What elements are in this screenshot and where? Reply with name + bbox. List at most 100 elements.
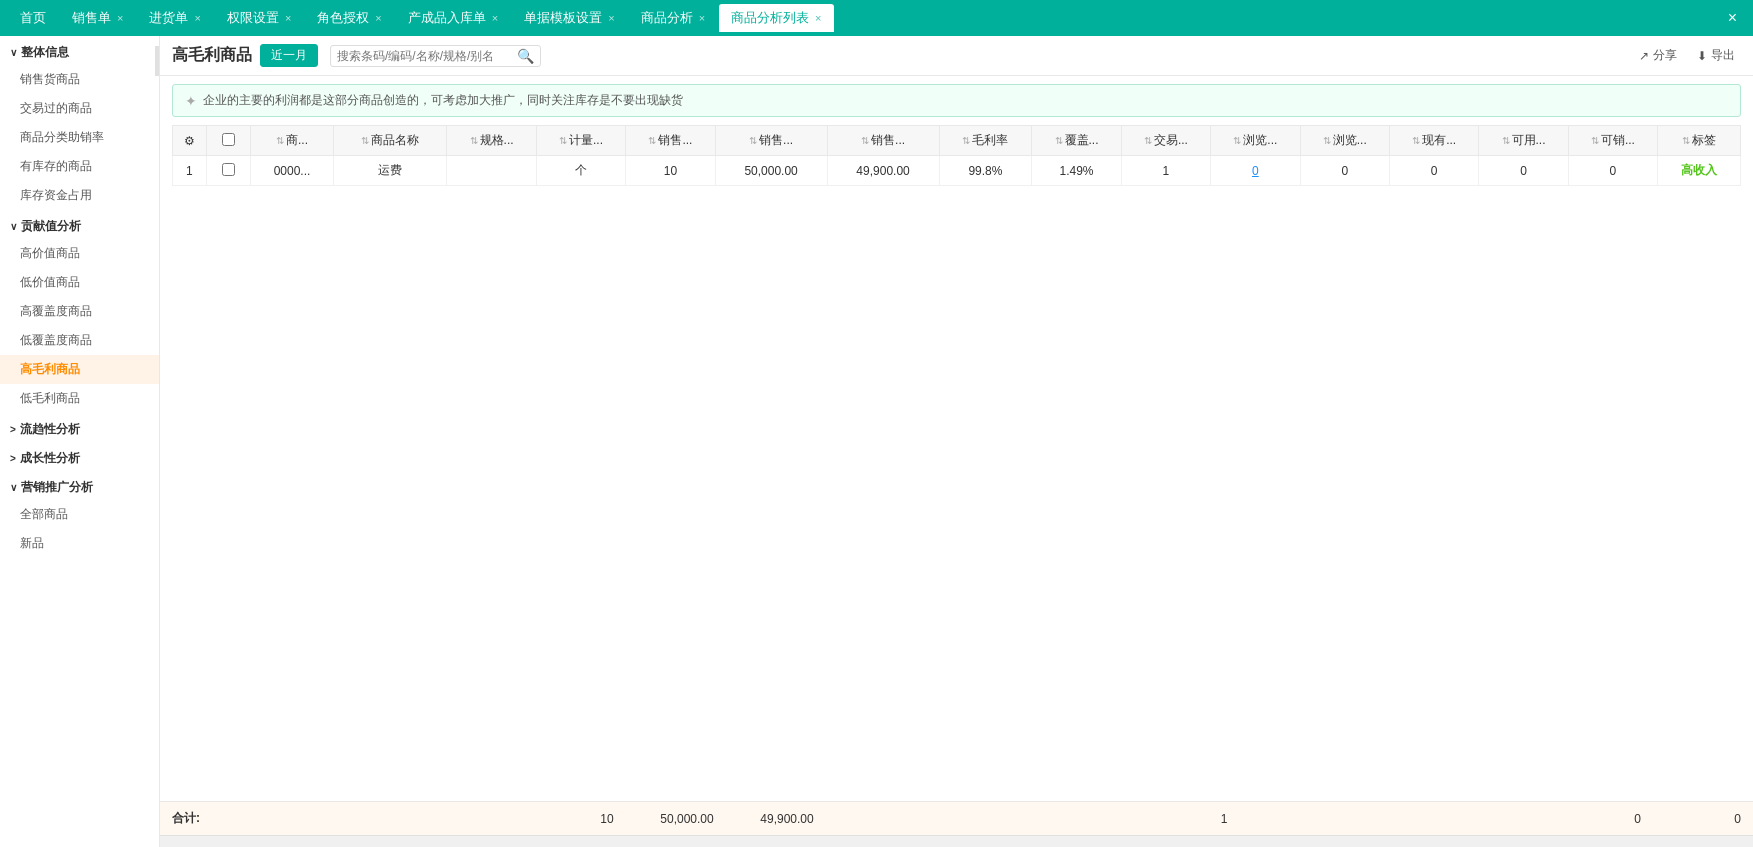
footer-sales-cost: 49,900.00 [734, 812, 814, 826]
group-arrow-icon: ∨ [10, 47, 17, 58]
sidebar-item-低价值商品[interactable]: 低价值商品 [0, 268, 159, 297]
cell-sellable: 0 [1568, 156, 1657, 186]
footer-current-stock: 0 [1561, 812, 1641, 826]
horizontal-scrollbar[interactable] [160, 835, 1753, 847]
sidebar-item-高覆盖度商品[interactable]: 高覆盖度商品 [0, 297, 159, 326]
sidebar-group-成长性分析: >成长性分析 [0, 442, 159, 471]
sidebar-group-title[interactable]: ∨营销推广分析 [0, 471, 159, 500]
col-header-gross_margin[interactable]: ⇅毛利率 [939, 126, 1032, 156]
col-header-transaction[interactable]: ⇅交易... [1121, 126, 1210, 156]
sort-icon: ⇅ [1055, 135, 1063, 146]
nav-tab-首页[interactable]: 首页 [8, 4, 58, 32]
footer-transaction: 1 [1147, 812, 1227, 826]
sidebar-item-低毛利商品[interactable]: 低毛利商品 [0, 384, 159, 413]
col-header-code[interactable]: ⇅商... [250, 126, 334, 156]
sidebar-item-高毛利商品[interactable]: 高毛利商品 [0, 355, 159, 384]
share-button[interactable]: ↗ 分享 [1633, 44, 1683, 67]
search-input[interactable] [337, 49, 517, 63]
col-header-checkbox[interactable] [206, 126, 250, 156]
col-header-available[interactable]: ⇅可用... [1479, 126, 1568, 156]
sort-icon: ⇅ [1233, 135, 1241, 146]
sidebar-item-高价值商品[interactable]: 高价值商品 [0, 239, 159, 268]
col-header-sales_cost[interactable]: ⇅销售... [827, 126, 939, 156]
cell-current_stock: 0 [1389, 156, 1478, 186]
sidebar-group-title[interactable]: ∨整体信息 [0, 36, 159, 65]
tip-icon: ✦ [185, 93, 197, 109]
cell-gross_margin: 99.8% [939, 156, 1032, 186]
cell-name: 运费 [334, 156, 447, 186]
nav-tab-权限设置[interactable]: 权限设置× [215, 4, 303, 32]
browse-link[interactable]: 0 [1252, 164, 1259, 178]
row-checkbox[interactable] [222, 163, 235, 176]
col-header-sales_amount[interactable]: ⇅销售... [715, 126, 827, 156]
sort-icon: ⇅ [749, 135, 757, 146]
sidebar-item-销售货商品[interactable]: 销售货商品 [0, 65, 159, 94]
sidebar-item-交易过的商品[interactable]: 交易过的商品 [0, 94, 159, 123]
tab-close-icon[interactable]: × [492, 12, 498, 24]
data-table: ⚙⇅商...⇅商品名称⇅规格...⇅计量...⇅销售...⇅销售...⇅销售..… [172, 125, 1741, 186]
tab-close-icon[interactable]: × [815, 12, 821, 24]
tab-close-icon[interactable]: × [285, 12, 291, 24]
search-icon[interactable]: 🔍 [517, 48, 534, 64]
footer-sales-qty: 10 [554, 812, 614, 826]
sidebar-group-贡献值分析: ∨贡献值分析高价值商品低价值商品高覆盖度商品低覆盖度商品高毛利商品低毛利商品 [0, 210, 159, 413]
tab-close-icon[interactable]: × [608, 12, 614, 24]
sidebar-group-title[interactable]: >成长性分析 [0, 442, 159, 471]
sidebar-group-title[interactable]: ∨贡献值分析 [0, 210, 159, 239]
sidebar-item-有库存的商品[interactable]: 有库存的商品 [0, 152, 159, 181]
col-header-browse1[interactable]: ⇅浏览... [1211, 126, 1300, 156]
tab-close-icon[interactable]: × [194, 12, 200, 24]
sort-icon: ⇅ [861, 135, 869, 146]
sidebar-collapse-button[interactable]: 《 [155, 46, 160, 76]
export-icon: ⬇ [1697, 49, 1707, 63]
nav-tab-进货单[interactable]: 进货单× [137, 4, 212, 32]
sidebar-item-商品分类助销率[interactable]: 商品分类助销率 [0, 123, 159, 152]
sidebar-item-库存资金占用[interactable]: 库存资金占用 [0, 181, 159, 210]
page-title: 高毛利商品 [172, 45, 252, 66]
tab-close-icon[interactable]: × [375, 12, 381, 24]
sort-icon: ⇅ [361, 135, 369, 146]
col-header-coverage[interactable]: ⇅覆盖... [1032, 126, 1121, 156]
group-arrow-icon: ∨ [10, 482, 17, 493]
col-header-browse2[interactable]: ⇅浏览... [1300, 126, 1389, 156]
cell-coverage: 1.49% [1032, 156, 1121, 186]
col-header-spec[interactable]: ⇅规格... [447, 126, 536, 156]
data-table-wrapper: ⚙⇅商...⇅商品名称⇅规格...⇅计量...⇅销售...⇅销售...⇅销售..… [160, 125, 1753, 801]
export-button[interactable]: ⬇ 导出 [1691, 44, 1741, 67]
sort-icon: ⇅ [962, 135, 970, 146]
nav-tab-角色授权[interactable]: 角色授权× [305, 4, 393, 32]
sort-icon: ⇅ [559, 135, 567, 146]
sidebar-group-流趋性分析: >流趋性分析 [0, 413, 159, 442]
select-all-checkbox[interactable] [222, 133, 235, 146]
cell-tag: 高收入 [1658, 156, 1741, 186]
sidebar-group-title[interactable]: >流趋性分析 [0, 413, 159, 442]
col-header-sales_qty[interactable]: ⇅销售... [626, 126, 715, 156]
sidebar-item-低覆盖度商品[interactable]: 低覆盖度商品 [0, 326, 159, 355]
tab-close-icon[interactable]: × [699, 12, 705, 24]
col-header-tag[interactable]: ⇅标签 [1658, 126, 1741, 156]
cell-sales_qty: 10 [626, 156, 715, 186]
cell-checkbox [206, 156, 250, 186]
share-icon: ↗ [1639, 49, 1649, 63]
sidebar-item-全部商品[interactable]: 全部商品 [0, 500, 159, 529]
col-header-unit[interactable]: ⇅计量... [536, 126, 625, 156]
tab-close-icon[interactable]: × [117, 12, 123, 24]
sidebar-item-新品[interactable]: 新品 [0, 529, 159, 558]
nav-tab-产成品入库单[interactable]: 产成品入库单× [396, 4, 510, 32]
header-actions: ↗ 分享 ⬇ 导出 [1633, 44, 1741, 67]
col-header-current_stock[interactable]: ⇅现有... [1389, 126, 1478, 156]
nav-tab-商品分析[interactable]: 商品分析× [629, 4, 717, 32]
filter-recent-month-button[interactable]: 近一月 [260, 44, 318, 67]
nav-tab-销售单[interactable]: 销售单× [60, 4, 135, 32]
main-layout: 《 ∨整体信息销售货商品交易过的商品商品分类助销率有库存的商品库存资金占用∨贡献… [0, 36, 1753, 847]
col-settings-icon[interactable]: ⚙ [173, 126, 207, 156]
tag-label: 高收入 [1681, 163, 1717, 177]
col-header-sellable[interactable]: ⇅可销... [1568, 126, 1657, 156]
content-header: 高毛利商品 近一月 🔍 ↗ 分享 ⬇ 导出 [160, 36, 1753, 76]
nav-tab-商品分析列表[interactable]: 商品分析列表× [719, 4, 833, 32]
table-row: 10000...运费个1050,000.0049,900.0099.8%1.49… [173, 156, 1741, 186]
col-header-name[interactable]: ⇅商品名称 [334, 126, 447, 156]
cell-browse2: 0 [1300, 156, 1389, 186]
window-close-button[interactable]: × [1720, 9, 1745, 27]
nav-tab-单据模板设置[interactable]: 单据模板设置× [512, 4, 626, 32]
